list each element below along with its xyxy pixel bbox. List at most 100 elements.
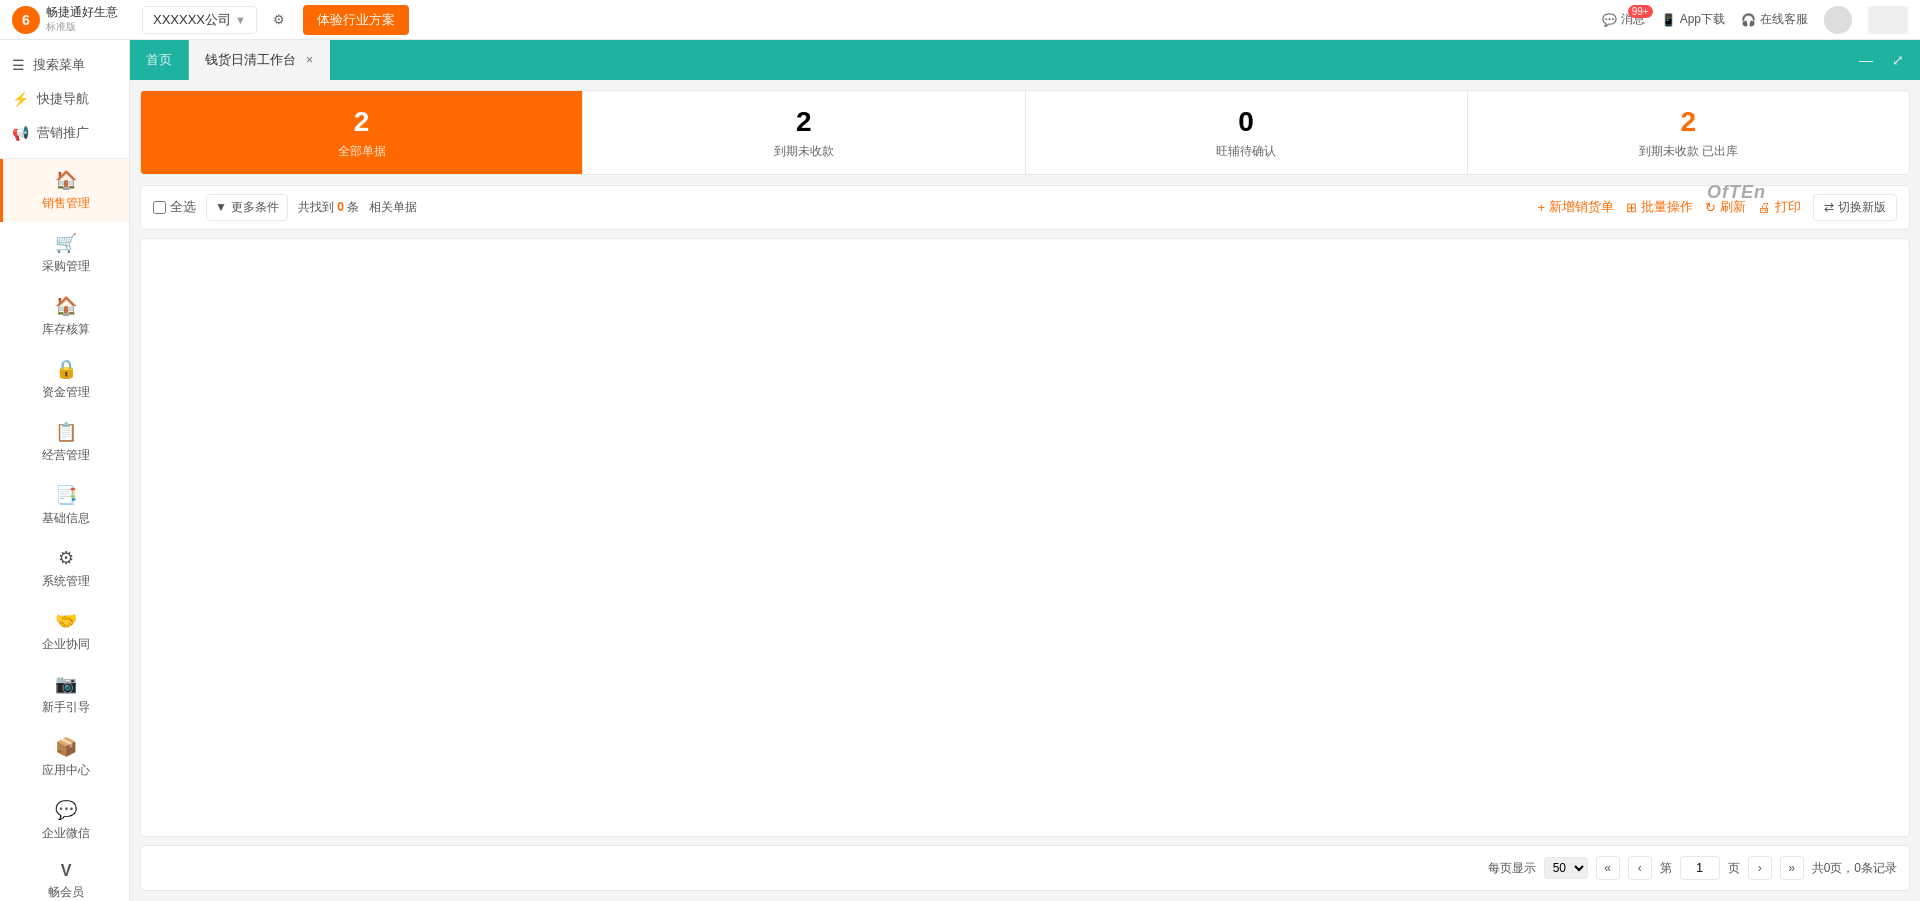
company-name: XXXXXX公司 xyxy=(153,11,231,29)
app-download-label: App下载 xyxy=(1680,11,1725,28)
sidebar-item-wechat[interactable]: 💬 企业微信 xyxy=(0,789,129,852)
sidebar-top-section: ☰ 搜索菜单 ⚡ 快捷导航 📢 营销推广 xyxy=(0,40,129,159)
related-records-link[interactable]: 相关单据 xyxy=(369,199,417,216)
sidebar-item-member[interactable]: V 畅会员 xyxy=(0,852,129,901)
base-icon: 📑 xyxy=(55,484,77,506)
sidebar-item-marketing[interactable]: 📢 营销推广 xyxy=(0,116,129,150)
tab-minimize-button[interactable]: — xyxy=(1854,48,1878,72)
sidebar-system-label: 系统管理 xyxy=(42,573,90,590)
add-icon: + xyxy=(1537,200,1545,215)
filter-label: 更多条件 xyxy=(231,199,279,216)
tab-maximize-button[interactable]: ⤢ xyxy=(1886,48,1910,72)
sales-icon: 🏠 xyxy=(55,169,77,191)
stat-overdue-label: 到期未收款 xyxy=(603,143,1004,160)
sidebar-item-operations[interactable]: 📋 经营管理 xyxy=(0,411,129,474)
refresh-button[interactable]: ↻ 刷新 xyxy=(1705,198,1746,216)
sidebar-appstore-label: 应用中心 xyxy=(42,762,90,779)
tab-current[interactable]: 钱货日清工作台 × xyxy=(189,40,330,80)
select-all-input[interactable] xyxy=(153,201,166,214)
appstore-icon: 📦 xyxy=(55,736,77,758)
sidebar-item-newbie[interactable]: 📷 新手引导 xyxy=(0,663,129,726)
sidebar-sales-label: 销售管理 xyxy=(42,195,90,212)
add-button[interactable]: + 新增销货单 xyxy=(1537,198,1614,216)
pagination: 每页显示 50 « ‹ 第 页 › » 共0页，0条记录 xyxy=(140,845,1910,891)
stat-overdue-shipped-number: 2 xyxy=(1488,105,1889,139)
filter-button[interactable]: ▼ 更多条件 xyxy=(206,194,288,221)
stat-overdue[interactable]: 2 到期未收款 xyxy=(583,91,1025,174)
refresh-icon: ↻ xyxy=(1705,200,1716,215)
message-badge: 99+ xyxy=(1628,5,1653,18)
app-download-button[interactable]: 📱 App下载 xyxy=(1661,11,1725,28)
found-prefix: 共找到 xyxy=(298,200,334,214)
refresh-label: 刷新 xyxy=(1720,198,1746,216)
main-layout: ☰ 搜索菜单 ⚡ 快捷导航 📢 营销推广 🏠 销售管理 🛒 采购管理 🏠 库存核… xyxy=(0,40,1920,901)
sidebar-item-shortcut[interactable]: ⚡ 快捷导航 xyxy=(0,82,129,116)
per-page-label: 每页显示 xyxy=(1488,860,1536,877)
settings-icon: ⚙ xyxy=(273,12,285,27)
newbie-icon: 📷 xyxy=(55,673,77,695)
batch-label: 批量操作 xyxy=(1641,198,1693,216)
user-avatar[interactable] xyxy=(1824,6,1852,34)
select-all-checkbox[interactable]: 全选 xyxy=(153,198,196,216)
tab-actions: — ⤢ xyxy=(1854,48,1920,72)
online-service-button[interactable]: 🎧 在线客服 xyxy=(1741,11,1808,28)
online-service-label: 在线客服 xyxy=(1760,11,1808,28)
sidebar-search-label: 搜索菜单 xyxy=(33,56,85,74)
sidebar-item-appstore[interactable]: 📦 应用中心 xyxy=(0,726,129,789)
switch-button[interactable]: ⇄ 切换新版 xyxy=(1813,194,1897,221)
tab-current-label: 钱货日清工作台 xyxy=(205,51,296,69)
sidebar-item-finance[interactable]: 🔒 资金管理 xyxy=(0,348,129,411)
sidebar-item-base[interactable]: 📑 基础信息 xyxy=(0,474,129,537)
trial-button[interactable]: 体验行业方案 xyxy=(303,5,409,35)
next-page-button[interactable]: › xyxy=(1748,856,1772,880)
first-page-button[interactable]: « xyxy=(1596,856,1620,880)
prev-page-button[interactable]: ‹ xyxy=(1628,856,1652,880)
last-page-button[interactable]: » xyxy=(1780,856,1804,880)
sidebar-item-search[interactable]: ☰ 搜索菜单 xyxy=(0,48,129,82)
sidebar-item-purchase[interactable]: 🛒 采购管理 xyxy=(0,222,129,285)
member-icon: V xyxy=(61,862,72,880)
app-logo-icon: 6 xyxy=(12,6,40,34)
add-label: 新增销货单 xyxy=(1549,198,1614,216)
tab-home[interactable]: 首页 xyxy=(130,40,189,80)
sidebar-item-inventory[interactable]: 🏠 库存核算 xyxy=(0,285,129,348)
sidebar-item-sales[interactable]: 🏠 销售管理 xyxy=(0,159,129,222)
purchase-icon: 🛒 xyxy=(55,232,77,254)
sidebar-finance-label: 资金管理 xyxy=(42,384,90,401)
header-right: 💬 消息 99+ 📱 App下载 🎧 在线客服 xyxy=(1602,6,1908,34)
stat-all-label: 全部单据 xyxy=(161,143,562,160)
stat-pending[interactable]: 0 旺辅待确认 xyxy=(1026,91,1468,174)
sidebar-item-enterprise[interactable]: 🤝 企业协同 xyxy=(0,600,129,663)
user-name[interactable] xyxy=(1868,6,1908,34)
toolbar-left: 全选 ▼ 更多条件 共找到 0 条 相关单据 xyxy=(153,194,417,221)
stat-overdue-number: 2 xyxy=(603,105,1004,139)
page-input[interactable] xyxy=(1680,856,1720,880)
logo-area: 6 畅捷通好生意 标准版 xyxy=(12,5,142,35)
per-page-select[interactable]: 50 xyxy=(1544,857,1588,879)
tab-close-icon[interactable]: × xyxy=(306,53,313,67)
company-dropdown-arrow: ▼ xyxy=(235,14,246,26)
found-text: 共找到 0 条 xyxy=(298,199,359,216)
page-unit: 页 xyxy=(1728,860,1740,877)
operations-icon: 📋 xyxy=(55,421,77,443)
settings-button[interactable]: ⚙ xyxy=(265,6,293,34)
sidebar-base-label: 基础信息 xyxy=(42,510,90,527)
sidebar: ☰ 搜索菜单 ⚡ 快捷导航 📢 营销推广 🏠 销售管理 🛒 采购管理 🏠 库存核… xyxy=(0,40,130,901)
switch-label: 切换新版 xyxy=(1838,199,1886,216)
sidebar-purchase-label: 采购管理 xyxy=(42,258,90,275)
message-button[interactable]: 💬 消息 99+ xyxy=(1602,11,1645,28)
batch-button[interactable]: ⊞ 批量操作 xyxy=(1626,198,1693,216)
finance-icon: 🔒 xyxy=(55,358,77,380)
stat-pending-label: 旺辅待确认 xyxy=(1046,143,1447,160)
page-content: 2 全部单据 2 到期未收款 0 旺辅待确认 2 到期未收款 已出库 xyxy=(130,80,1920,901)
stat-overdue-shipped[interactable]: 2 到期未收款 已出库 xyxy=(1468,91,1909,174)
sidebar-item-system[interactable]: ⚙ 系统管理 xyxy=(0,537,129,600)
sidebar-inventory-label: 库存核算 xyxy=(42,321,90,338)
top-header: 6 畅捷通好生意 标准版 XXXXXX公司 ▼ ⚙ 体验行业方案 💬 消息 99… xyxy=(0,0,1920,40)
print-button[interactable]: 🖨 打印 xyxy=(1758,198,1801,216)
stat-all[interactable]: 2 全部单据 xyxy=(141,91,583,174)
marketing-icon: 📢 xyxy=(12,125,29,141)
sidebar-shortcut-label: 快捷导航 xyxy=(37,90,89,108)
enterprise-icon: 🤝 xyxy=(55,610,77,632)
company-selector[interactable]: XXXXXX公司 ▼ xyxy=(142,6,257,34)
